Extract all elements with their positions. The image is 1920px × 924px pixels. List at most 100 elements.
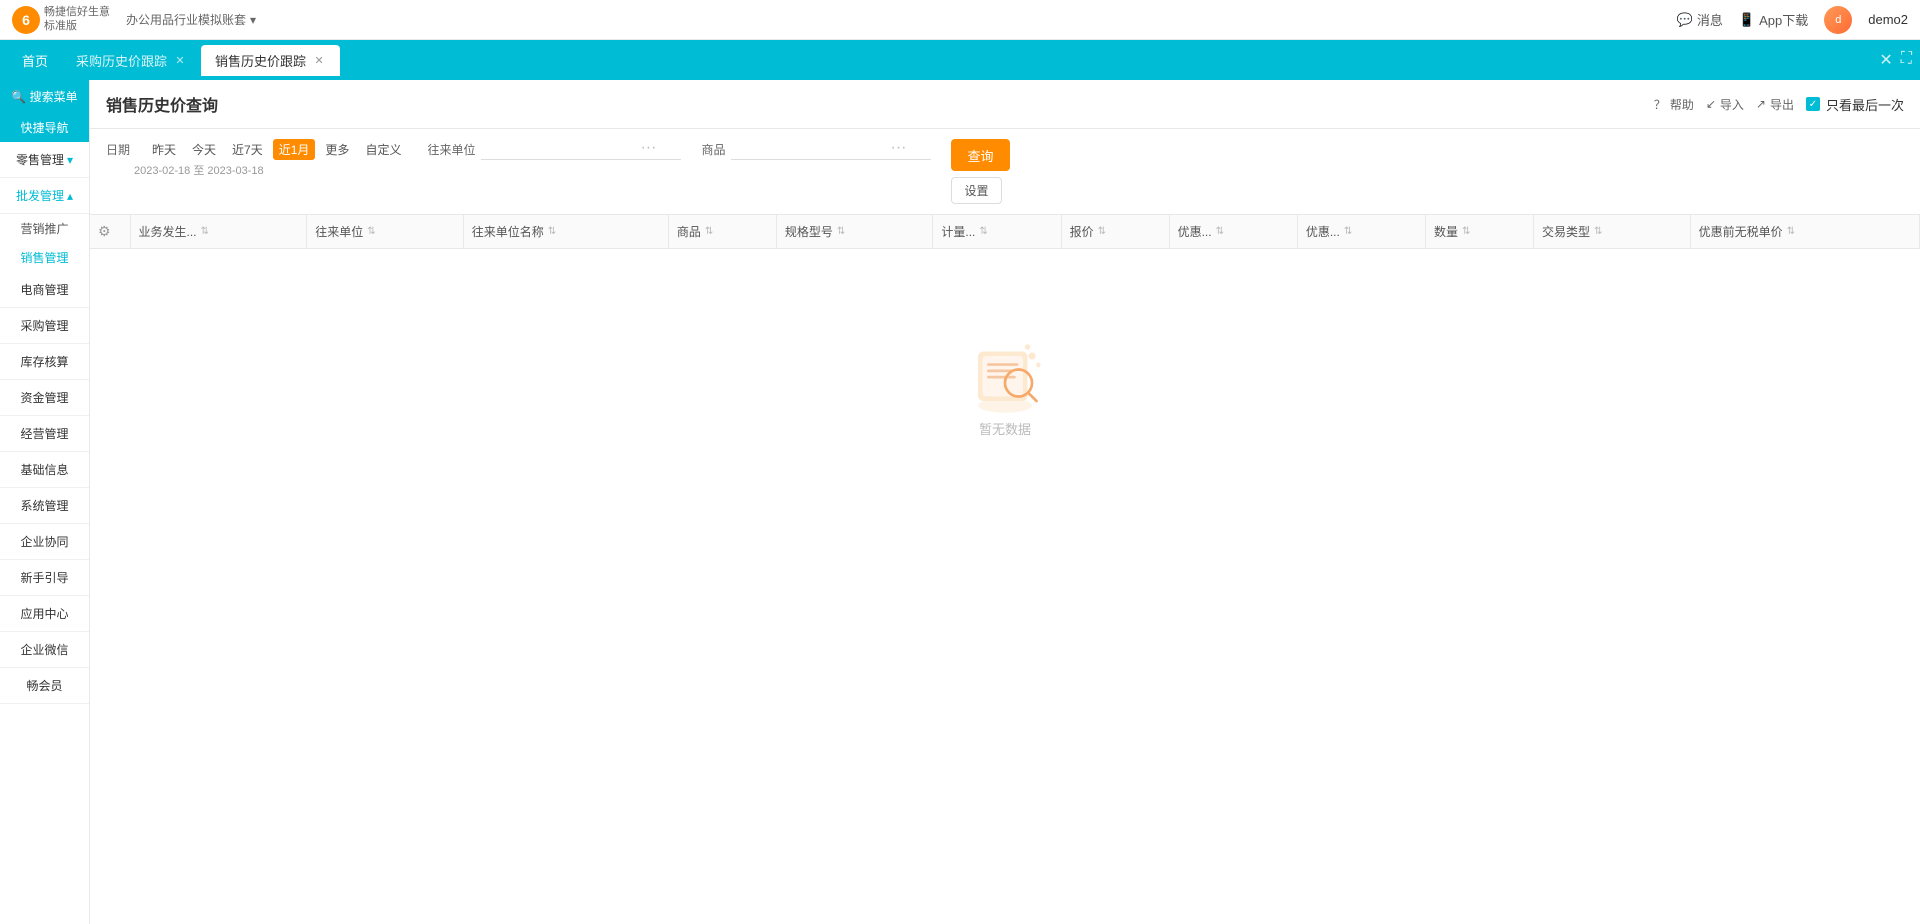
col-unit[interactable]: 计量... ⇅ xyxy=(933,215,1061,249)
sidebar-search-label: 搜索菜单 xyxy=(30,90,78,104)
only-last-checkbox[interactable]: ✓ xyxy=(1806,97,1820,111)
sidebar-item-enterprise[interactable]: 企业协同 xyxy=(0,524,89,560)
col-partner-name-label: 往来单位名称 xyxy=(472,223,544,240)
goods-input[interactable] xyxy=(731,141,886,155)
sidebar-item-app-center[interactable]: 应用中心 xyxy=(0,596,89,632)
sidebar-item-sales-mgmt[interactable]: 销售管理 xyxy=(0,243,89,272)
tab-sales-label: 销售历史价跟踪 xyxy=(215,51,306,70)
workspace-selector[interactable]: 办公用品行业模拟账套 ▾ xyxy=(118,7,264,32)
only-last-checkbox-area[interactable]: ✓ 只看最后一次 xyxy=(1806,95,1904,114)
sidebar-operations-label: 经营管理 xyxy=(20,425,68,442)
sidebar-member-label: 畅会员 xyxy=(26,677,62,694)
close-all-button[interactable]: ✕ xyxy=(1879,50,1892,70)
import-button[interactable]: ↙ 导入 xyxy=(1706,96,1744,113)
col-partner-code[interactable]: 往来单位 ⇅ xyxy=(307,215,464,249)
col-settings[interactable]: ⚙ xyxy=(90,215,130,249)
col-pretax-price[interactable]: 优惠前无税单价 ⇅ xyxy=(1690,215,1919,249)
col-spec[interactable]: 规格型号 ⇅ xyxy=(776,215,933,249)
avatar[interactable]: d xyxy=(1824,6,1852,34)
col-goods-label: 商品 xyxy=(677,223,701,240)
sidebar-item-basic-info[interactable]: 基础信息 xyxy=(0,452,89,488)
sidebar-item-purchase[interactable]: 采购管理 xyxy=(0,308,89,344)
sidebar-item-wechat[interactable]: 企业微信 xyxy=(0,632,89,668)
col-discount1-sort[interactable]: ⇅ xyxy=(1216,226,1224,237)
sidebar-item-guide[interactable]: 新手引导 xyxy=(0,560,89,596)
tab-sales-history[interactable]: 销售历史价跟踪 ✕ xyxy=(201,45,340,76)
gear-icon[interactable]: ⚙ xyxy=(98,223,111,239)
sidebar-nav[interactable]: 快捷导航 xyxy=(0,113,89,142)
sidebar-purchase-label: 采购管理 xyxy=(20,317,68,334)
col-biz-date[interactable]: 业务发生... ⇅ xyxy=(130,215,307,249)
date-btn-yesterday[interactable]: 昨天 xyxy=(146,139,182,160)
date-range-display: 2023-02-18 至 2023-03-18 xyxy=(134,162,407,178)
col-quote-sort[interactable]: ⇅ xyxy=(1098,226,1106,237)
goods-input-area: ··· xyxy=(731,139,931,160)
tab-purchase-history[interactable]: 采购历史价跟踪 ✕ xyxy=(62,45,201,76)
sidebar-search[interactable]: 🔍 搜索菜单 xyxy=(0,80,89,113)
sidebar-basic-info-label: 基础信息 xyxy=(20,461,68,478)
col-discount2-sort[interactable]: ⇅ xyxy=(1344,226,1352,237)
tab-home-label: 首页 xyxy=(22,51,48,70)
col-quantity-sort[interactable]: ⇅ xyxy=(1462,226,1470,237)
sidebar-item-finance[interactable]: 资金管理 xyxy=(0,380,89,416)
col-spec-sort[interactable]: ⇅ xyxy=(837,226,845,237)
query-button[interactable]: 查询 xyxy=(951,139,1009,171)
col-goods-sort[interactable]: ⇅ xyxy=(705,226,713,237)
date-btn-last7[interactable]: 近7天 xyxy=(226,139,269,160)
col-discount2[interactable]: 优惠... ⇅ xyxy=(1297,215,1425,249)
sidebar-item-member[interactable]: 畅会员 xyxy=(0,668,89,704)
tab-home[interactable]: 首页 xyxy=(8,45,62,76)
sidebar-item-operations[interactable]: 经营管理 xyxy=(0,416,89,452)
partner-input[interactable] xyxy=(481,141,636,155)
col-trade-type-sort[interactable]: ⇅ xyxy=(1594,226,1602,237)
partner-input-area: ··· xyxy=(481,139,681,160)
date-btn-today[interactable]: 今天 xyxy=(186,139,222,160)
col-biz-date-sort[interactable]: ⇅ xyxy=(201,226,209,237)
date-btn-last1m[interactable]: 近1月 xyxy=(273,139,316,160)
help-button[interactable]: ？ 帮助 xyxy=(1654,96,1694,113)
message-icon: 💬 xyxy=(1677,12,1693,28)
col-partner-name[interactable]: 往来单位名称 ⇅ xyxy=(463,215,668,249)
date-filter-row: 日期 昨天 今天 近7天 近1月 更多 自定义 xyxy=(106,139,407,160)
col-unit-sort[interactable]: ⇅ xyxy=(979,226,987,237)
col-pretax-price-sort[interactable]: ⇅ xyxy=(1787,226,1795,237)
only-last-label: 只看最后一次 xyxy=(1826,95,1904,114)
sidebar-item-inventory[interactable]: 库存核算 xyxy=(0,344,89,380)
export-button[interactable]: ↗ 导出 xyxy=(1756,96,1794,113)
export-icon: ↗ xyxy=(1756,97,1766,111)
main-layout: 🔍 搜索菜单 快捷导航 零售管理 ▾ 批发管理 ▴ 营销推广 销售管理 电商管理… xyxy=(0,80,1920,924)
col-goods[interactable]: 商品 ⇅ xyxy=(668,215,776,249)
retail-arrow-icon: ▾ xyxy=(67,153,73,167)
data-table: ⚙ 业务发生... ⇅ 往来单位 ⇅ xyxy=(90,215,1920,249)
date-btn-more[interactable]: 更多 xyxy=(319,139,355,160)
partner-dots-button[interactable]: ··· xyxy=(640,139,656,157)
import-label: 导入 xyxy=(1720,96,1744,113)
tab-sales-close[interactable]: ✕ xyxy=(312,53,326,67)
content-area: 销售历史价查询 ？ 帮助 ↙ 导入 ↗ 导出 ✓ 只看最后一次 xyxy=(90,80,1920,924)
workspace-dropdown-icon: ▾ xyxy=(250,13,256,27)
app-download-action[interactable]: 📱 App下载 xyxy=(1739,10,1808,29)
settings-button[interactable]: 设置 xyxy=(951,177,1001,204)
username: demo2 xyxy=(1868,12,1908,27)
expand-button[interactable]: ⛶ xyxy=(1901,50,1912,70)
sidebar-guide-label: 新手引导 xyxy=(20,569,68,586)
sidebar-item-marketing[interactable]: 营销推广 xyxy=(0,214,89,243)
page-title: 销售历史价查询 xyxy=(106,92,218,116)
sidebar-item-wholesale[interactable]: 批发管理 ▴ xyxy=(0,178,89,214)
sidebar-item-ecommerce[interactable]: 电商管理 xyxy=(0,272,89,308)
goods-dots-button[interactable]: ··· xyxy=(890,139,906,157)
col-biz-date-label: 业务发生... xyxy=(139,223,197,240)
sidebar-item-system[interactable]: 系统管理 xyxy=(0,488,89,524)
col-quantity[interactable]: 数量 ⇅ xyxy=(1426,215,1534,249)
col-partner-sort[interactable]: ⇅ xyxy=(367,226,375,237)
message-action[interactable]: 💬 消息 xyxy=(1677,10,1723,29)
col-discount1[interactable]: 优惠... ⇅ xyxy=(1169,215,1297,249)
tab-purchase-label: 采购历史价跟踪 xyxy=(76,51,167,70)
tab-purchase-close[interactable]: ✕ xyxy=(173,53,187,67)
date-btn-custom[interactable]: 自定义 xyxy=(359,139,407,160)
col-trade-type[interactable]: 交易类型 ⇅ xyxy=(1534,215,1691,249)
logo-area[interactable]: 6 畅捷信好生意 标准版 xyxy=(12,6,110,34)
col-quote[interactable]: 报价 ⇅ xyxy=(1061,215,1169,249)
sidebar-item-retail[interactable]: 零售管理 ▾ xyxy=(0,142,89,178)
col-partner-name-sort[interactable]: ⇅ xyxy=(548,226,556,237)
